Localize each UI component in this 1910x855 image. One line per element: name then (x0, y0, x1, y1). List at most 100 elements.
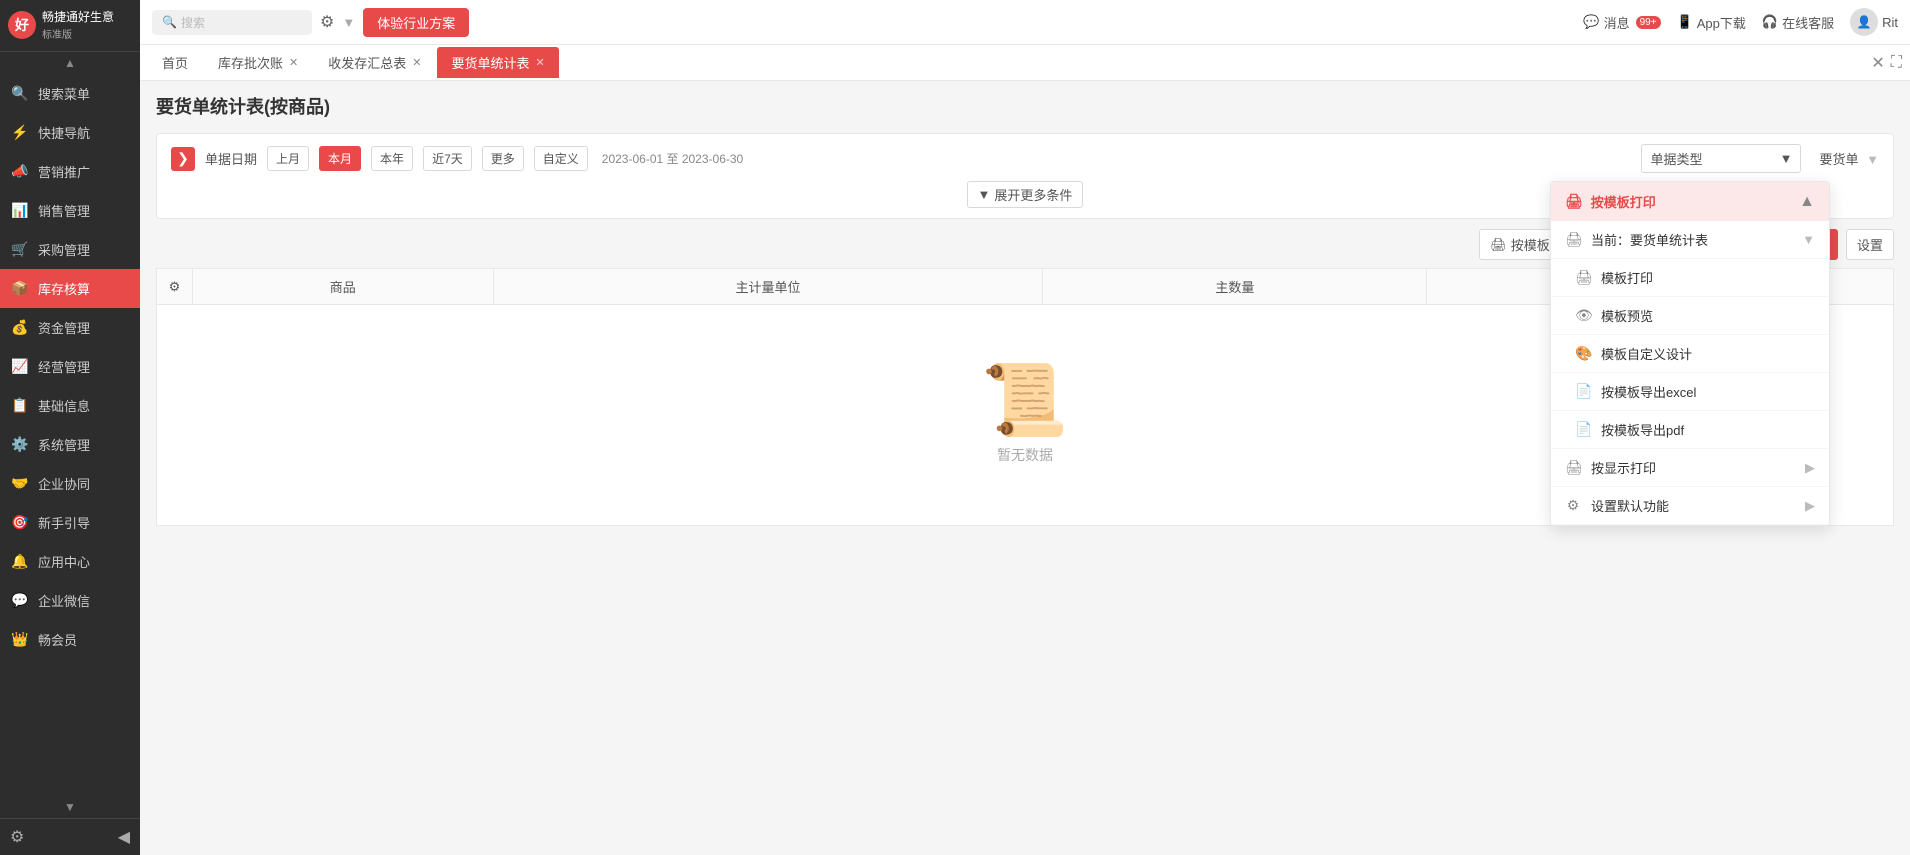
tab-inventory-batch[interactable]: 库存批次账 ✕ (204, 47, 312, 78)
tab-receipt-summary[interactable]: 收发存汇总表 ✕ (314, 47, 435, 78)
export-pdf-label: 按模板导出pdf (1601, 420, 1684, 439)
empty-text: 暂无数据 (997, 445, 1053, 465)
sidebar-item-inventory[interactable]: 📦 库存核算 (0, 269, 140, 308)
scroll-up-btn[interactable]: ▲ (0, 52, 140, 74)
appstore-icon: 🔔 (10, 553, 30, 570)
topbar: 🔍 搜索 ⚙ ▼ 体验行业方案 💬 消息 99+ 📱 App下载 🎧 在线客服 (140, 0, 1910, 45)
scroll-down-btn[interactable]: ▼ (0, 796, 140, 818)
notification-item[interactable]: 💬 消息 99+ (1583, 13, 1660, 32)
sidebar-item-finance[interactable]: 💰 资金管理 (0, 308, 140, 347)
tab-home[interactable]: 首页 (148, 47, 202, 78)
sidebar-item-label: 销售管理 (38, 201, 90, 220)
tab-order-stats-close[interactable]: ✕ (536, 56, 545, 69)
topbar-settings-icon[interactable]: ⚙ (320, 12, 334, 32)
date-more-btn[interactable]: 更多 (482, 146, 524, 171)
search-icon: 🔍 (10, 85, 30, 102)
date-year-btn[interactable]: 本年 (371, 146, 413, 171)
online-service-label: 在线客服 (1782, 13, 1834, 32)
tab-receipt-summary-close[interactable]: ✕ (412, 56, 421, 69)
sidebar-item-guide[interactable]: 🎯 新手引导 (0, 503, 140, 542)
topbar-dropdown-icon[interactable]: ▼ (342, 15, 355, 30)
tab-inventory-batch-label: 库存批次账 (218, 53, 283, 72)
print-icon: 🖨 (1490, 237, 1507, 253)
dropdown-item-export-excel[interactable]: 📄 按模板导出excel (1551, 373, 1829, 411)
tab-expand-icon[interactable]: ⛶ (1891, 54, 1902, 72)
col-product: 商品 (193, 269, 494, 305)
sidebar-item-appstore[interactable]: 🔔 应用中心 (0, 542, 140, 581)
sidebar-item-system[interactable]: ⚙️ 系统管理 (0, 425, 140, 464)
col-settings[interactable]: ⚙ (157, 269, 193, 305)
sidebar-item-label: 基础信息 (38, 396, 90, 415)
col-quantity: 主数量 (1043, 269, 1427, 305)
doc-type-dropdown[interactable]: 单据类型 ▼ (1641, 144, 1801, 173)
tab-inventory-batch-close[interactable]: ✕ (289, 56, 298, 69)
expand-btn-label: 展开更多条件 (994, 185, 1072, 204)
user-item[interactable]: 👤 Rit (1850, 8, 1898, 36)
flash-icon: ⚡ (10, 124, 30, 141)
chevron-down-icon: ▼ (978, 187, 991, 202)
dropdown-item-template-print[interactable]: 🖨 模板打印 (1551, 259, 1829, 297)
sidebar-item-sales[interactable]: 📊 销售管理 (0, 191, 140, 230)
dropdown-close-btn[interactable]: ▲ (1799, 193, 1815, 211)
sidebar-item-basic[interactable]: 📋 基础信息 (0, 386, 140, 425)
dropdown-current-template[interactable]: 🖨 当前：要货单统计表 ▼ (1551, 221, 1829, 259)
guide-icon: 🎯 (10, 514, 30, 531)
marketing-icon: 📣 (10, 163, 30, 180)
template-print-label: 模板打印 (1601, 268, 1653, 287)
date-current-btn[interactable]: 本月 (319, 146, 361, 171)
sidebar-item-quick-nav[interactable]: ⚡ 快捷导航 (0, 113, 140, 152)
required-goods-dropdown-icon[interactable]: ▼ (1866, 152, 1879, 167)
settings-btn[interactable]: 设置 (1846, 229, 1894, 260)
sidebar-item-label: 库存核算 (38, 279, 90, 298)
dropdown-item-template-preview[interactable]: 👁 模板预览 (1551, 297, 1829, 335)
date-prev-btn[interactable]: 上月 (267, 146, 309, 171)
sidebar-item-label: 系统管理 (38, 435, 90, 454)
cooperation-icon: 🤝 (10, 475, 30, 492)
date-range-text: 2023-06-01 至 2023-06-30 (602, 150, 743, 167)
topbar-search-box[interactable]: 🔍 搜索 (152, 10, 312, 35)
date-custom-btn[interactable]: 自定义 (534, 146, 588, 171)
dropdown-item-template-design[interactable]: 🎨 模板自定义设计 (1551, 335, 1829, 373)
sidebar-item-member[interactable]: 👑 畅会员 (0, 620, 140, 659)
app-download-item[interactable]: 📱 App下载 (1677, 13, 1746, 32)
sidebar-item-purchase[interactable]: 🛒 采购管理 (0, 230, 140, 269)
app-version: 标准版 (42, 26, 114, 41)
settings-bottom-icon[interactable]: ⚙ (10, 827, 24, 847)
online-service-item[interactable]: 🎧 在线客服 (1762, 13, 1834, 32)
sidebar-item-label: 采购管理 (38, 240, 90, 259)
display-print-icon: 🖨 (1565, 459, 1581, 476)
tab-order-stats[interactable]: 要货单统计表 ✕ (437, 47, 558, 78)
date-7days-btn[interactable]: 近7天 (423, 146, 472, 171)
filter-row-1: ❯ 单据日期 上月 本月 本年 近7天 更多 自定义 2023-06-01 至 … (171, 144, 1879, 173)
wechat-icon: 💬 (10, 592, 30, 609)
expand-more-btn[interactable]: ▼ 展开更多条件 (967, 181, 1084, 208)
tab-home-label: 首页 (162, 53, 188, 72)
tab-close-all-icon[interactable]: ✕ (1871, 53, 1884, 73)
filter-collapse-btn[interactable]: ❯ (171, 147, 195, 171)
sidebar-item-search[interactable]: 🔍 搜索菜单 (0, 74, 140, 113)
dropdown-item-display-print[interactable]: 🖨 按显示打印 ▶ (1551, 449, 1829, 487)
sidebar-item-wechat[interactable]: 💬 企业微信 (0, 581, 140, 620)
template-preview-label: 模板预览 (1601, 306, 1653, 325)
tabs-bar: 首页 库存批次账 ✕ 收发存汇总表 ✕ 要货单统计表 ✕ ✕ ⛶ (140, 45, 1910, 81)
collapse-icon[interactable]: ◀ (118, 827, 130, 847)
empty-illustration: 📜 (981, 365, 1068, 435)
system-icon: ⚙️ (10, 436, 30, 453)
doc-type-label: 单据类型 (1650, 149, 1702, 168)
trial-btn[interactable]: 体验行业方案 (363, 8, 469, 37)
topbar-right: 💬 消息 99+ 📱 App下载 🎧 在线客服 👤 Rit (1583, 8, 1898, 36)
sidebar-item-business[interactable]: 📈 经营管理 (0, 347, 140, 386)
template-print-icon: 🖨 (1575, 269, 1591, 286)
dropdown-item-default-func[interactable]: ⚙ 设置默认功能 ▶ (1551, 487, 1829, 525)
dropdown-item-export-pdf[interactable]: 📄 按模板导出pdf (1551, 411, 1829, 449)
sidebar-item-cooperation[interactable]: 🤝 企业协同 (0, 464, 140, 503)
sidebar-nav: 🔍 搜索菜单 ⚡ 快捷导航 📣 营销推广 📊 销售管理 🛒 采购管理 📦 库存核… (0, 74, 140, 796)
topbar-left: 🔍 搜索 ⚙ ▼ 体验行业方案 (152, 8, 469, 37)
sidebar-item-label: 快捷导航 (38, 123, 90, 142)
search-icon: 🔍 (162, 15, 177, 29)
sidebar-item-label: 应用中心 (38, 552, 90, 571)
purchase-icon: 🛒 (10, 241, 30, 258)
sidebar-item-label: 经营管理 (38, 357, 90, 376)
sidebar-item-marketing[interactable]: 📣 营销推广 (0, 152, 140, 191)
sidebar-item-label: 企业协同 (38, 474, 90, 493)
